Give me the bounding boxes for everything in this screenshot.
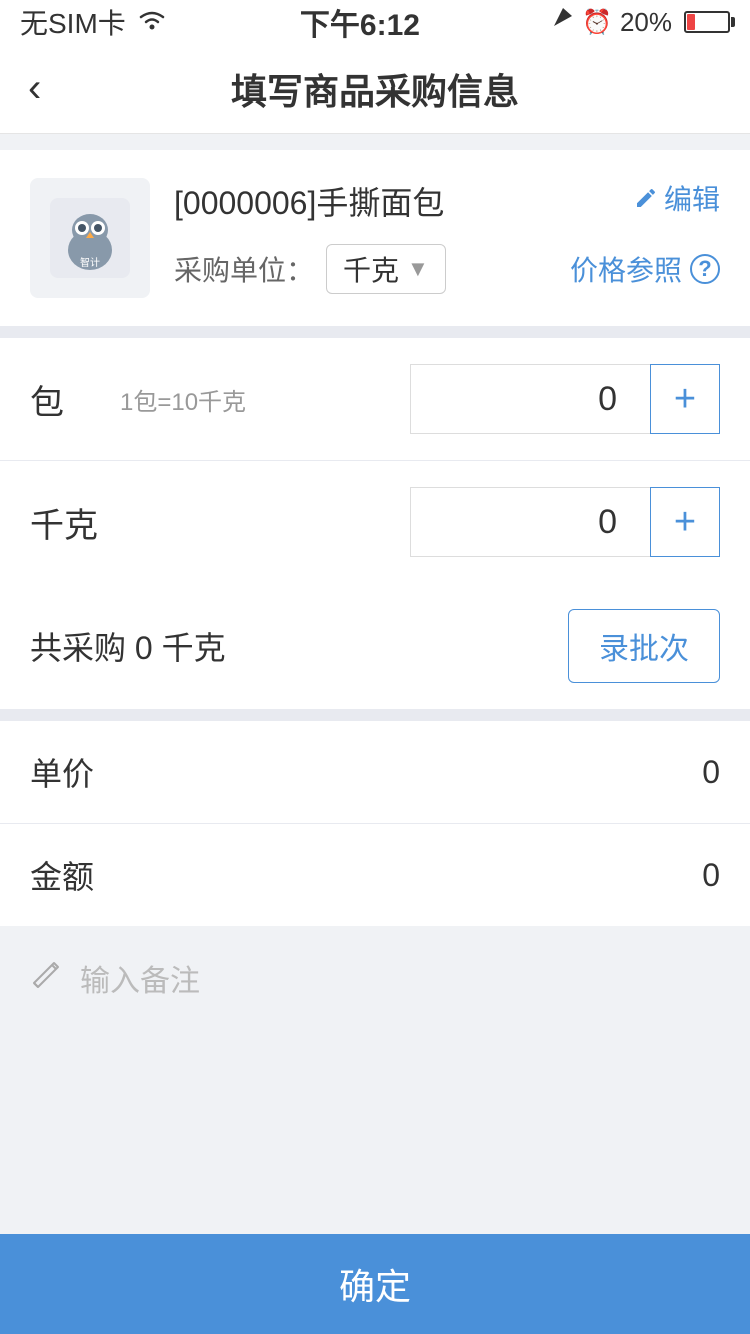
pencil-icon (30, 957, 64, 999)
quantity-sublabel-bao: 1包=10千克 (120, 382, 410, 417)
remark-section[interactable]: 输入备注 (0, 926, 750, 1030)
quantity-section: 包 1包=10千克 + 千克 + (0, 338, 750, 583)
product-image: 智计 (30, 178, 150, 298)
quantity-row-kg: 千克 + (0, 461, 750, 583)
help-icon: ? (690, 254, 720, 284)
carrier-text: 无SIM卡 (20, 2, 126, 42)
quantity-input-wrap-bao: + (410, 364, 720, 434)
amount-value: 0 (702, 857, 720, 894)
quantity-input-kg[interactable] (410, 487, 650, 557)
chevron-down-icon: ▼ (407, 256, 429, 282)
product-header: [0000006]手撕面包 编辑 (174, 178, 720, 224)
edit-button[interactable]: 编辑 (634, 178, 720, 218)
status-left: 无SIM卡 (20, 2, 168, 42)
summary-row: 共采购 0 千克 录批次 (0, 583, 750, 709)
page-title: 填写商品采购信息 (231, 63, 519, 115)
unit-price-value: 0 (702, 754, 720, 791)
svg-text:智计: 智计 (80, 256, 100, 269)
price-section: 单价 0 金额 0 (0, 721, 750, 926)
back-button[interactable]: ‹ (28, 66, 41, 111)
confirm-button[interactable]: 确定 (0, 1234, 750, 1334)
location-icon (552, 6, 574, 39)
summary-text: 共采购 0 千克 (30, 623, 226, 669)
unit-label: 采购单位： (174, 249, 314, 289)
product-card: 智计 [0000006]手撕面包 编辑 采购单位： 千克 ▼ 价格参照 (0, 150, 750, 326)
status-time: 下午6:12 (300, 0, 420, 44)
status-right: ⏰ 20% (552, 6, 730, 39)
quantity-input-bao[interactable] (410, 364, 650, 434)
quantity-label-bao: 包 (30, 375, 110, 424)
amount-label: 金额 (30, 852, 94, 898)
nav-bar: ‹ 填写商品采购信息 (0, 44, 750, 134)
price-row-unit: 单价 0 (0, 721, 750, 824)
unit-price-label: 单价 (30, 749, 94, 795)
price-row-amount: 金额 0 (0, 824, 750, 926)
quantity-label-kg: 千克 (30, 498, 110, 547)
battery-icon (684, 11, 730, 33)
product-name: [0000006]手撕面包 (174, 178, 444, 224)
quantity-row-bao: 包 1包=10千克 + (0, 338, 750, 461)
unit-value: 千克 (343, 249, 399, 289)
price-ref-button[interactable]: 价格参照 ? (570, 249, 720, 289)
product-unit-row: 采购单位： 千克 ▼ 价格参照 ? (174, 244, 720, 294)
alarm-icon: ⏰ (582, 8, 612, 37)
section-separator-1 (0, 326, 750, 338)
battery-percent: 20% (620, 7, 672, 38)
plus-button-kg[interactable]: + (650, 487, 720, 557)
top-divider (0, 134, 750, 150)
remark-placeholder: 输入备注 (80, 956, 200, 1000)
quantity-input-wrap-kg: + (410, 487, 720, 557)
product-info: [0000006]手撕面包 编辑 采购单位： 千克 ▼ 价格参照 ? (174, 178, 720, 294)
plus-button-bao[interactable]: + (650, 364, 720, 434)
record-batch-button[interactable]: 录批次 (568, 609, 720, 683)
unit-select[interactable]: 千克 ▼ (326, 244, 446, 294)
section-separator-2 (0, 709, 750, 721)
wifi-icon (136, 6, 168, 38)
product-thumbnail: 智计 (30, 178, 150, 298)
status-bar: 无SIM卡 下午6:12 ⏰ 20% (0, 0, 750, 44)
